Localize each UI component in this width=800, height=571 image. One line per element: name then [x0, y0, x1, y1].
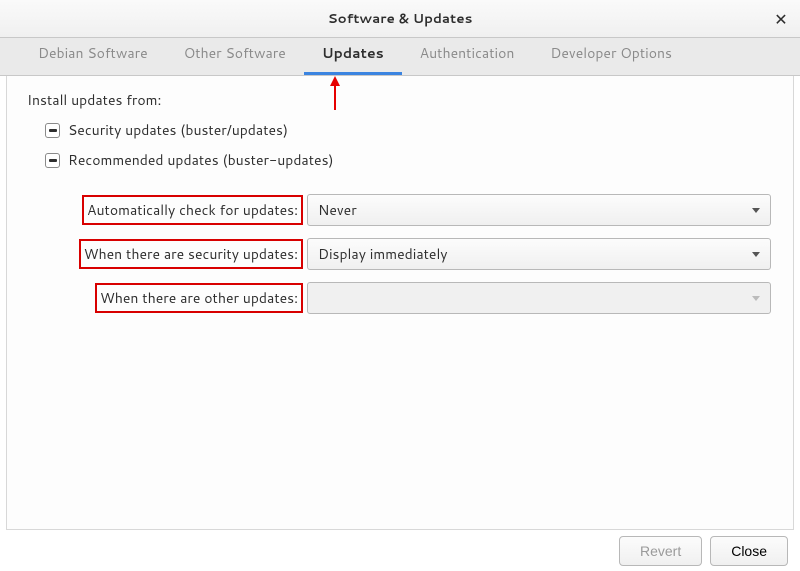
security-updates-value: Display immediately	[318, 244, 448, 264]
chevron-down-icon	[752, 208, 760, 213]
close-icon[interactable]: ✕	[772, 10, 790, 28]
checkbox-recommended-updates[interactable]: Recommended updates (buster-updates)	[45, 150, 773, 170]
install-from-label: Install updates from:	[27, 90, 773, 110]
tab-developer-options[interactable]: Developer Options	[532, 33, 690, 75]
content-pane: Install updates from: Security updates (…	[6, 76, 794, 530]
tabbar: Debian Software Other Software Updates A…	[0, 38, 800, 76]
other-updates-dropdown	[307, 282, 771, 314]
window-title: Software & Updates	[328, 9, 473, 28]
tab-authentication[interactable]: Authentication	[402, 33, 533, 75]
chevron-down-icon	[752, 252, 760, 257]
security-updates-label: When there are security updates:	[27, 239, 307, 269]
checkbox-security-updates[interactable]: Security updates (buster/updates)	[45, 120, 773, 140]
auto-check-dropdown[interactable]: Never	[307, 194, 771, 226]
checkbox-indeterminate-icon	[45, 123, 60, 138]
checkbox-security-label: Security updates (buster/updates)	[68, 120, 288, 140]
checkbox-indeterminate-icon	[45, 153, 60, 168]
auto-check-label: Automatically check for updates:	[27, 195, 307, 225]
tab-updates[interactable]: Updates	[304, 33, 402, 75]
options-grid: Automatically check for updates: Never W…	[27, 194, 771, 314]
security-updates-dropdown[interactable]: Display immediately	[307, 238, 771, 270]
footer: Revert Close	[0, 530, 800, 571]
auto-check-value: Never	[318, 200, 357, 220]
other-updates-label: When there are other updates:	[27, 283, 307, 313]
tab-debian-software[interactable]: Debian Software	[20, 33, 166, 75]
annotation-arrow-icon	[327, 76, 343, 112]
tab-other-software[interactable]: Other Software	[166, 33, 304, 75]
close-button[interactable]: Close	[710, 536, 788, 566]
titlebar: Software & Updates ✕	[0, 0, 800, 38]
revert-button: Revert	[619, 536, 702, 566]
chevron-down-icon	[752, 296, 760, 301]
checkbox-recommended-label: Recommended updates (buster-updates)	[68, 150, 334, 170]
